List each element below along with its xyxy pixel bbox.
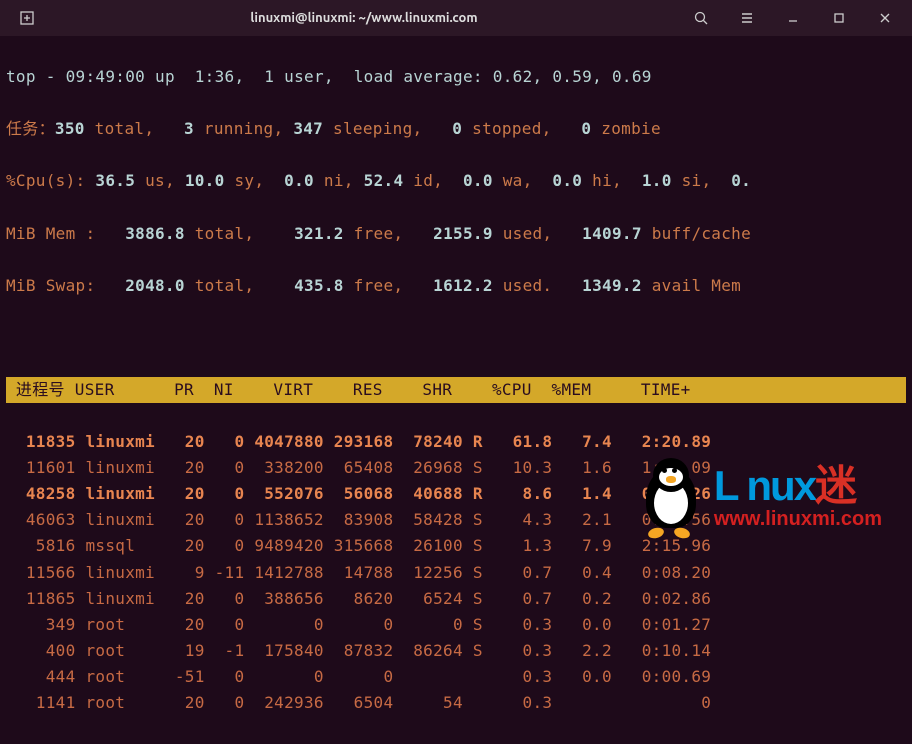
watermark-url: www.linuxmi.com	[714, 509, 882, 529]
terminal-output[interactable]: top - 09:49:00 up 1:36, 1 user, load ave…	[0, 36, 912, 744]
summary-line-tasks: 任务：350 total, 3 running, 347 sleeping, 0…	[6, 116, 906, 142]
process-row[interactable]: 349 root 20 0 0 0 0 S 0.3 0.0 0:01.27	[6, 612, 906, 638]
summary-line-mem: MiB Mem : 3886.8 total, 321.2 free, 2155…	[6, 221, 906, 247]
process-row[interactable]: 11835 linuxmi 20 0 4047880 293168 78240 …	[6, 429, 906, 455]
process-row[interactable]: 400 root 19 -1 175840 87832 86264 S 0.3 …	[6, 638, 906, 664]
process-row[interactable]: 11865 linuxmi 20 0 388656 8620 6524 S 0.…	[6, 586, 906, 612]
process-row[interactable]: 444 root -51 0 0 0 0.3 0.0 0:00.69	[6, 664, 906, 690]
minimize-button[interactable]	[774, 2, 812, 34]
maximize-button[interactable]	[820, 2, 858, 34]
search-button[interactable]	[682, 2, 720, 34]
window-title: linuxmi@linuxmi: ~/www.linuxmi.com	[46, 11, 682, 25]
new-tab-button[interactable]	[8, 2, 46, 34]
close-button[interactable]	[866, 2, 904, 34]
summary-line-swap: MiB Swap: 2048.0 total, 435.8 free, 1612…	[6, 273, 906, 299]
process-row[interactable]: 1141 root 20 0 242936 6504 54 0.3 0	[6, 690, 906, 716]
process-row[interactable]: 11566 linuxmi 9 -11 1412788 14788 12256 …	[6, 560, 906, 586]
summary-line-1: top - 09:49:00 up 1:36, 1 user, load ave…	[6, 64, 906, 90]
summary-line-cpu: %Cpu(s): 36.5 us, 10.0 sy, 0.0 ni, 52.4 …	[6, 168, 906, 194]
menu-button[interactable]	[728, 2, 766, 34]
process-table-header: 进程号 USER PR NI VIRT RES SHR %CPU %MEM TI…	[6, 377, 906, 403]
blank-line	[6, 325, 906, 351]
titlebar: linuxmi@linuxmi: ~/www.linuxmi.com	[0, 0, 912, 36]
tux-icon	[636, 456, 706, 538]
watermark-brand: L nux迷	[714, 465, 882, 507]
watermark: L nux迷 www.linuxmi.com	[636, 456, 882, 538]
